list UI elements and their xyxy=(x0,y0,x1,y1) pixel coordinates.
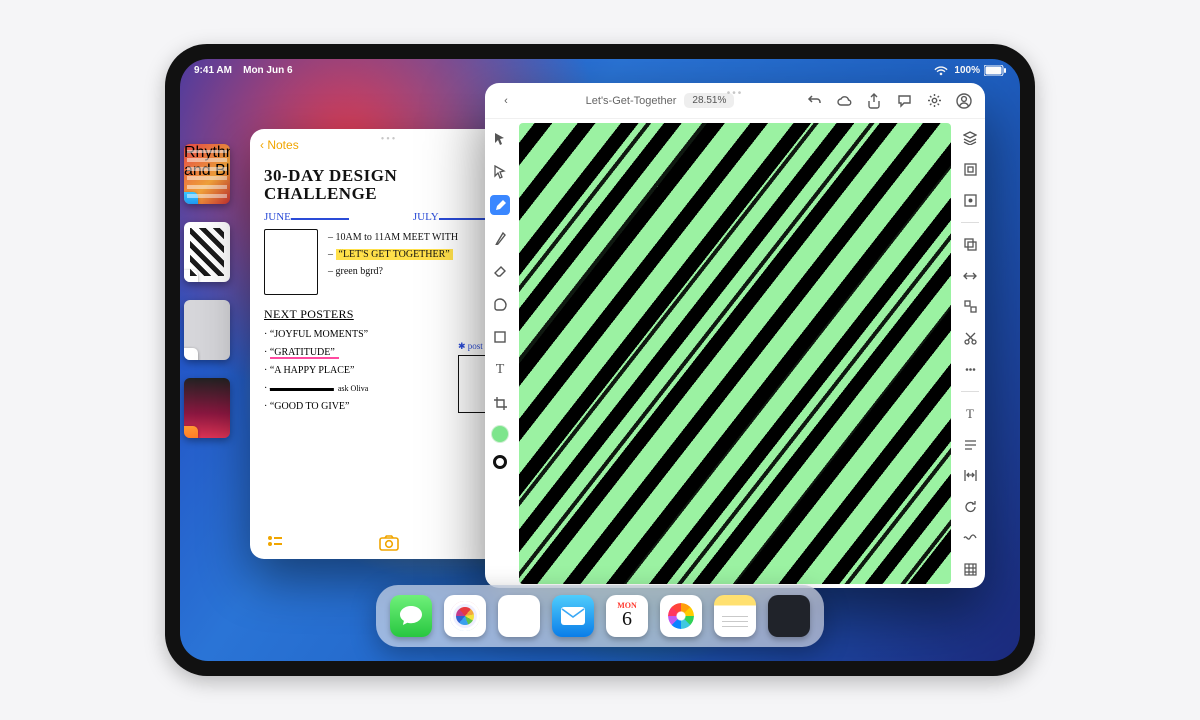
clone-icon[interactable] xyxy=(960,236,980,254)
note-bullets: – 10AM to 11AM MEET WITH – “LET'S GET TO… xyxy=(328,229,458,295)
node-tool-icon[interactable] xyxy=(490,162,510,182)
effects-icon[interactable] xyxy=(960,360,980,378)
checklist-icon[interactable] xyxy=(266,534,284,552)
right-inspector-column: T xyxy=(955,119,985,588)
divider xyxy=(961,222,979,223)
shape-tool-icon[interactable] xyxy=(490,294,510,314)
sketch-note-thumb[interactable] xyxy=(184,222,230,282)
wifi-icon xyxy=(934,66,948,76)
flip-icon[interactable] xyxy=(960,267,980,285)
properties-icon[interactable] xyxy=(960,191,980,209)
mesh-icon[interactable] xyxy=(960,560,980,578)
avatar-icon[interactable] xyxy=(953,90,975,112)
text-panel-icon[interactable]: T xyxy=(960,405,980,423)
status-bar: 9:41 AM Mon Jun 6 100% xyxy=(180,65,1020,76)
battery-percent-label: 100% xyxy=(954,65,980,76)
stage-manager-strip: Rhythm and Bl xyxy=(184,144,230,438)
calendar-app-icon[interactable]: MON 6 xyxy=(606,595,648,637)
mail-badge-icon xyxy=(184,192,198,204)
poster-text: Rhythm and Bl xyxy=(184,144,230,180)
app-library-icon[interactable] xyxy=(768,595,810,637)
notes-back-button[interactable]: ‹ Notes xyxy=(260,138,299,152)
crop-tool-icon[interactable] xyxy=(490,393,510,413)
safari-app-icon[interactable] xyxy=(444,595,486,637)
note-title: 30-DAY DESIGN CHALLENGE xyxy=(264,167,514,203)
ipad-screen: 9:41 AM Mon Jun 6 100% Rhythm and Bl xyxy=(180,59,1020,661)
comment-icon[interactable] xyxy=(893,90,915,112)
note-sketch-box xyxy=(264,229,318,295)
status-time: 9:41 AM xyxy=(194,65,232,76)
warp-icon[interactable] xyxy=(960,529,980,547)
stroke-swatch-black[interactable] xyxy=(493,455,507,469)
selection-tool-icon[interactable] xyxy=(490,129,510,149)
group-icon[interactable] xyxy=(960,298,980,316)
messages-app-icon[interactable] xyxy=(390,595,432,637)
divider xyxy=(961,391,979,392)
paragraph-icon[interactable] xyxy=(960,436,980,454)
eraser-tool-icon[interactable] xyxy=(490,261,510,281)
home-badge-icon xyxy=(184,426,198,438)
color-swatch-green[interactable] xyxy=(492,426,508,442)
cut-icon[interactable] xyxy=(960,329,980,347)
align-icon[interactable] xyxy=(960,160,980,178)
person-photo-thumb[interactable] xyxy=(184,378,230,438)
layers-icon[interactable] xyxy=(960,129,980,147)
spacing-icon[interactable] xyxy=(960,467,980,485)
photos-app-icon[interactable] xyxy=(660,595,702,637)
ipad-device-frame: 9:41 AM Mon Jun 6 100% Rhythm and Bl xyxy=(165,44,1035,676)
left-tool-column: T xyxy=(485,119,515,588)
blank-doc-thumb[interactable] xyxy=(184,300,230,360)
undo-icon[interactable] xyxy=(803,90,825,112)
pen-tool-icon[interactable] xyxy=(490,195,510,215)
note-subhead: NEXT POSTERS xyxy=(264,307,514,322)
share-icon[interactable] xyxy=(863,90,885,112)
window-handle-icon[interactable]: ••• xyxy=(381,134,398,145)
files-badge-icon xyxy=(184,270,198,282)
design-canvas[interactable] xyxy=(519,123,951,584)
note-month-june: JUNE xyxy=(264,211,353,223)
back-chevron-icon[interactable]: ‹ xyxy=(495,90,517,112)
rect-tool-icon[interactable] xyxy=(490,327,510,347)
pencil-tool-icon[interactable] xyxy=(490,228,510,248)
rotate-icon[interactable] xyxy=(960,498,980,516)
status-date: Mon Jun 6 xyxy=(243,65,292,76)
dock: MON 6 xyxy=(376,585,824,647)
settings-gear-icon[interactable] xyxy=(923,90,945,112)
appstore-badge-icon xyxy=(184,348,198,360)
design-app-window[interactable]: ••• ‹ Let's-Get-Together 28.51% xyxy=(485,83,985,588)
music-app-icon[interactable] xyxy=(498,595,540,637)
camera-icon[interactable] xyxy=(379,535,399,551)
rhythm-poster-thumb[interactable]: Rhythm and Bl xyxy=(184,144,230,204)
window-handle-icon[interactable]: ••• xyxy=(727,88,744,99)
design-filename[interactable]: Let's-Get-Together xyxy=(586,95,677,107)
battery-indicator: 100% xyxy=(954,65,1006,76)
cloud-icon[interactable] xyxy=(833,90,855,112)
notes-app-icon[interactable] xyxy=(714,595,756,637)
mail-app-icon[interactable] xyxy=(552,595,594,637)
text-tool-icon[interactable]: T xyxy=(490,360,510,380)
calendar-day-label: 6 xyxy=(622,608,632,631)
notes-back-label: Notes xyxy=(267,138,298,152)
